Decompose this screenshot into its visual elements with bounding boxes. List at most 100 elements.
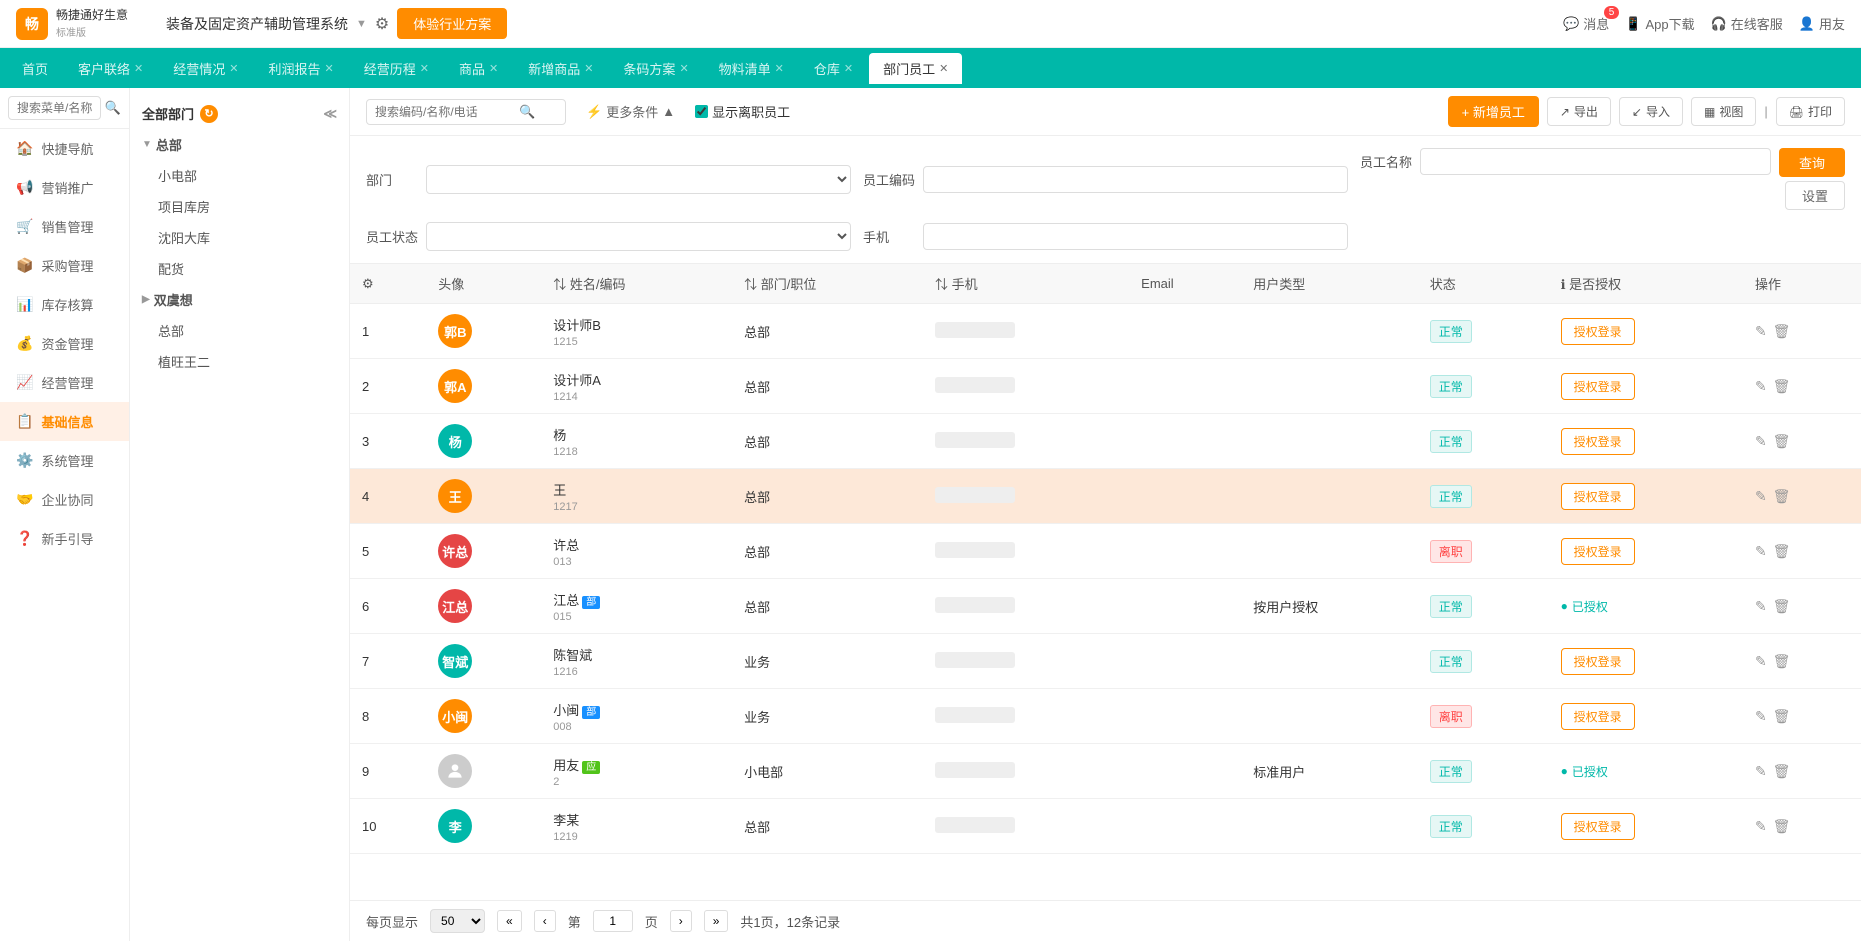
last-page-btn[interactable]: »: [704, 910, 729, 932]
settings-btn[interactable]: 设置: [1785, 181, 1845, 210]
cell-auth-4[interactable]: 授权登录: [1549, 469, 1743, 524]
page-input[interactable]: [593, 910, 633, 932]
auth-btn-2[interactable]: 授权登录: [1561, 373, 1635, 400]
tab-close-icon[interactable]: ✕: [939, 62, 948, 75]
sidebar-item-sales[interactable]: 🛒 销售管理: [0, 207, 129, 246]
system-title-dropdown[interactable]: ▼: [356, 18, 367, 30]
nav-tab-新增商品[interactable]: 新增商品✕: [514, 53, 607, 84]
next-page-btn[interactable]: ›: [670, 910, 692, 932]
sidebar-item-inventory[interactable]: 📊 库存核算: [0, 285, 129, 324]
sort-phone-icon[interactable]: ⇅: [935, 277, 948, 292]
edit-btn-9[interactable]: ✎: [1755, 763, 1767, 780]
emp-status-select[interactable]: [426, 222, 851, 251]
cell-auth-5[interactable]: 授权登录: [1549, 524, 1743, 579]
tab-close-icon[interactable]: ✕: [679, 62, 688, 75]
cell-auth-2[interactable]: 授权登录: [1549, 359, 1743, 414]
more-conditions-btn[interactable]: ⚡ 更多条件 ▲: [578, 98, 683, 125]
sidebar-item-operation[interactable]: 📈 经营管理: [0, 363, 129, 402]
nav-tab-首页[interactable]: 首页: [8, 53, 62, 84]
delete-btn-5[interactable]: 🗑: [1773, 543, 1791, 560]
edit-btn-2[interactable]: ✎: [1755, 378, 1767, 395]
search-icon[interactable]: 🔍: [519, 104, 535, 120]
sort-icon[interactable]: ⇅: [553, 277, 566, 292]
query-btn[interactable]: 查询: [1779, 148, 1845, 177]
cell-auth-8[interactable]: 授权登录: [1549, 689, 1743, 744]
delete-btn-8[interactable]: 🗑: [1773, 708, 1791, 725]
dept-tree-item-shenyang[interactable]: 沈阳大库: [130, 222, 349, 253]
delete-btn-3[interactable]: 🗑: [1773, 433, 1791, 450]
dept-tree-item-peihuo[interactable]: 配货: [130, 253, 349, 284]
nav-tab-部门员工[interactable]: 部门员工✕: [869, 53, 962, 84]
emp-code-input[interactable]: [923, 166, 1348, 193]
tab-close-icon[interactable]: ✕: [134, 62, 143, 75]
delete-btn-2[interactable]: 🗑: [1773, 378, 1791, 395]
dept-tree-item-zongbu[interactable]: 总部: [130, 315, 349, 346]
delete-btn-10[interactable]: 🗑: [1773, 818, 1791, 835]
sort-dept-icon[interactable]: ⇅: [744, 277, 757, 292]
auth-btn-5[interactable]: 授权登录: [1561, 538, 1635, 565]
emp-name-input[interactable]: [1420, 148, 1771, 175]
sidebar-item-marketing[interactable]: 📢 营销推广: [0, 168, 129, 207]
nav-tab-商品[interactable]: 商品✕: [445, 53, 512, 84]
auth-btn-7[interactable]: 授权登录: [1561, 648, 1635, 675]
search-menu-icon[interactable]: 🔍: [105, 100, 121, 116]
tab-close-icon[interactable]: ✕: [420, 62, 429, 75]
edit-btn-1[interactable]: ✎: [1755, 323, 1767, 340]
edit-btn-10[interactable]: ✎: [1755, 818, 1767, 835]
nav-tab-客户联络[interactable]: 客户联络✕: [64, 53, 157, 84]
auth-btn-10[interactable]: 授权登录: [1561, 813, 1635, 840]
cell-auth-3[interactable]: 授权登录: [1549, 414, 1743, 469]
sidebar-item-finance[interactable]: 💰 资金管理: [0, 324, 129, 363]
first-page-btn[interactable]: «: [497, 910, 522, 932]
cell-auth-7[interactable]: 授权登录: [1549, 634, 1743, 689]
tab-close-icon[interactable]: ✕: [844, 62, 853, 75]
export-btn[interactable]: ↗ 导出: [1547, 97, 1611, 126]
dept-tree-item-zhiwang2[interactable]: 植旺王二: [130, 346, 349, 377]
view-btn[interactable]: ▦ 视图: [1691, 97, 1756, 126]
auth-btn-8[interactable]: 授权登录: [1561, 703, 1635, 730]
edit-btn-8[interactable]: ✎: [1755, 708, 1767, 725]
delete-btn-1[interactable]: 🗑: [1773, 323, 1791, 340]
nav-tab-利润报告[interactable]: 利润报告✕: [254, 53, 347, 84]
delete-btn-7[interactable]: 🗑: [1773, 653, 1791, 670]
page-size-select[interactable]: 50 100: [430, 909, 485, 933]
trial-btn[interactable]: 体验行业方案: [397, 8, 507, 39]
prev-page-btn[interactable]: ‹: [534, 910, 556, 932]
dept-tree-item-general[interactable]: ▼总部: [130, 129, 349, 160]
nav-tab-仓库[interactable]: 仓库✕: [800, 53, 867, 84]
edit-btn-4[interactable]: ✎: [1755, 488, 1767, 505]
sidebar-item-guide[interactable]: ❓ 新手引导: [0, 519, 129, 558]
sidebar-item-purchase[interactable]: 📦 采购管理: [0, 246, 129, 285]
tab-close-icon[interactable]: ✕: [489, 62, 498, 75]
search-input[interactable]: [375, 105, 515, 119]
nav-tab-条码方案[interactable]: 条码方案✕: [609, 53, 702, 84]
sidebar-item-system[interactable]: ⚙️ 系统管理: [0, 441, 129, 480]
auth-btn-1[interactable]: 授权登录: [1561, 318, 1635, 345]
import-btn[interactable]: ↙ 导入: [1619, 97, 1683, 126]
nav-tab-经营情况[interactable]: 经营情况✕: [159, 53, 252, 84]
user-menu[interactable]: 👤 用友: [1799, 14, 1845, 33]
auth-btn-4[interactable]: 授权登录: [1561, 483, 1635, 510]
add-employee-btn[interactable]: + 新增员工: [1448, 96, 1539, 127]
sidebar-item-enterprise[interactable]: 🤝 企业协同: [0, 480, 129, 519]
app-download-btn[interactable]: 📱 App下载: [1625, 14, 1694, 33]
delete-btn-6[interactable]: 🗑: [1773, 598, 1791, 615]
nav-tab-经营历程[interactable]: 经营历程✕: [350, 53, 443, 84]
phone-input[interactable]: [923, 223, 1348, 250]
edit-btn-5[interactable]: ✎: [1755, 543, 1767, 560]
col-settings[interactable]: ⚙: [350, 264, 426, 304]
nav-tab-物料清单[interactable]: 物料清单✕: [705, 53, 798, 84]
tab-close-icon[interactable]: ✕: [325, 62, 334, 75]
dept-select[interactable]: [426, 165, 851, 194]
edit-btn-7[interactable]: ✎: [1755, 653, 1767, 670]
tab-close-icon[interactable]: ✕: [775, 62, 784, 75]
settings-gear-icon[interactable]: ⚙: [375, 14, 389, 34]
edit-btn-6[interactable]: ✎: [1755, 598, 1767, 615]
dept-tree-item-project[interactable]: 项目库房: [130, 191, 349, 222]
cell-auth-1[interactable]: 授权登录: [1549, 304, 1743, 359]
edit-btn-3[interactable]: ✎: [1755, 433, 1767, 450]
message-btn[interactable]: 💬 消息 5: [1563, 14, 1609, 33]
dept-tree-item-shuangyun[interactable]: ▶双虞想: [130, 284, 349, 315]
dept-refresh-icon[interactable]: ↻: [200, 105, 218, 123]
show-resigned-checkbox[interactable]: 显示离职员工: [695, 102, 790, 121]
